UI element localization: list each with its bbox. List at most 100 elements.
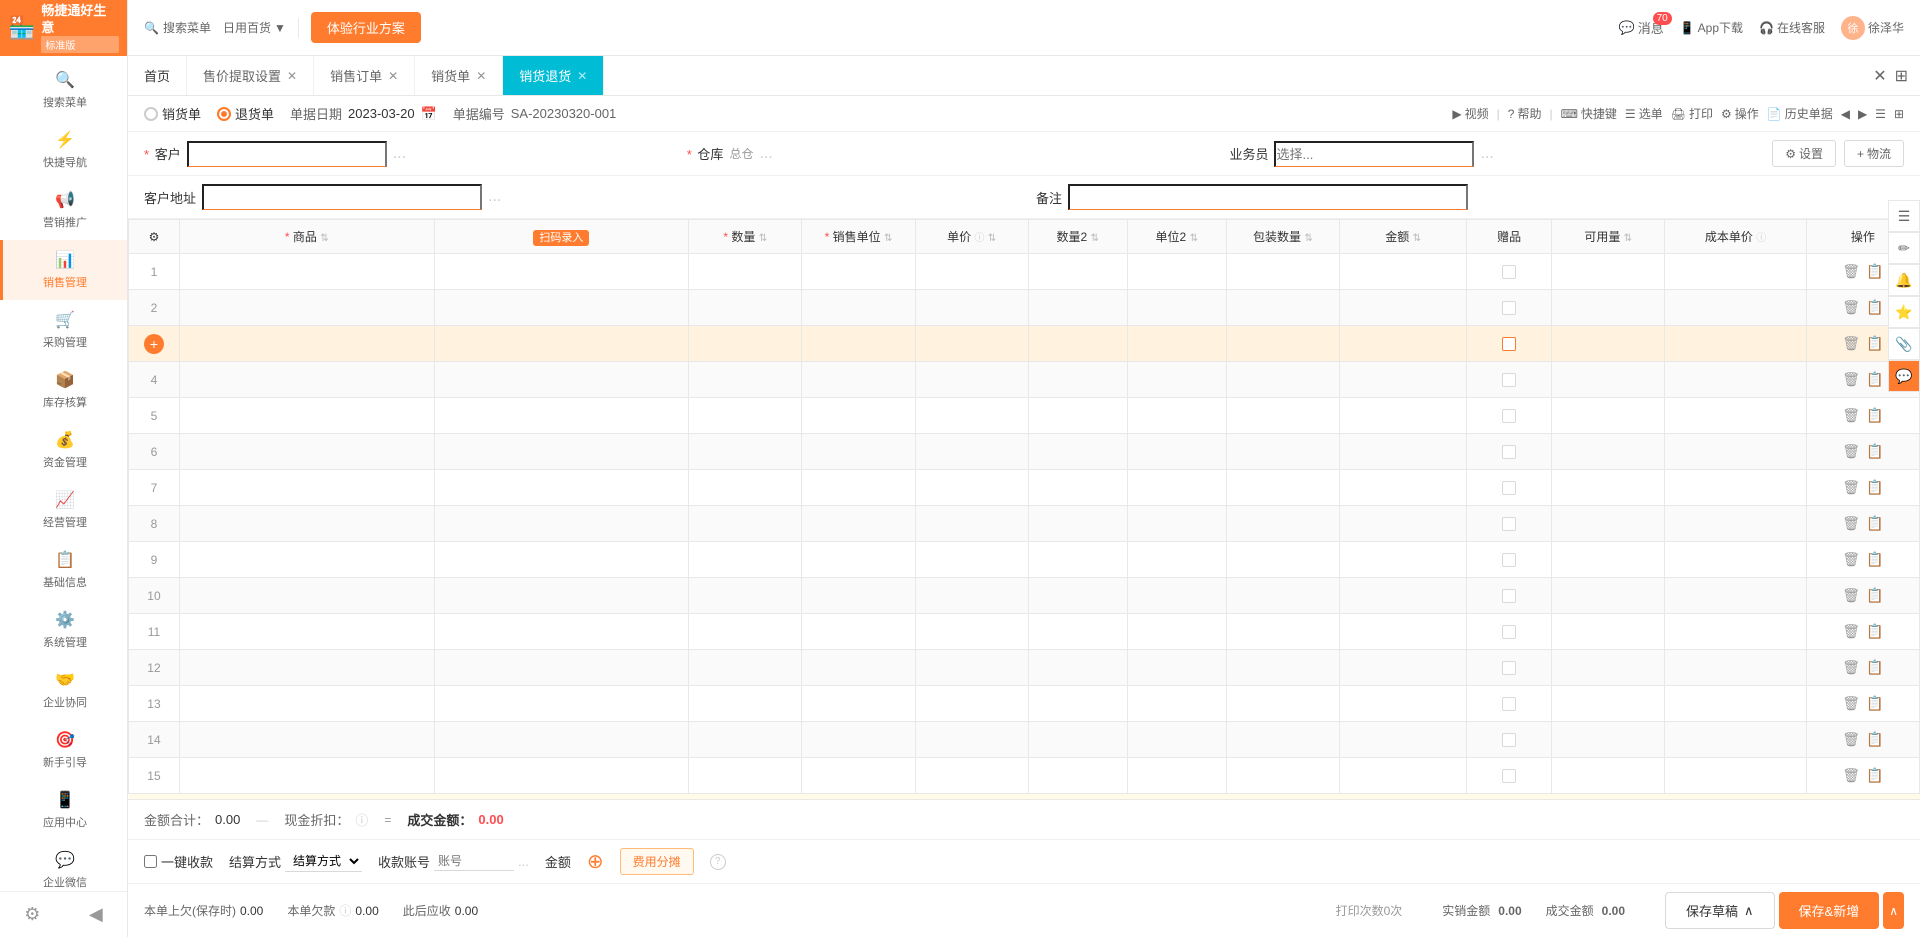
gift-checkbox[interactable] xyxy=(1502,481,1516,495)
delete-icon[interactable]: 🗑 xyxy=(1842,659,1860,676)
print-action[interactable]: 🖨 打印 xyxy=(1671,105,1713,122)
price-help-icon[interactable]: ⓘ xyxy=(974,233,984,244)
delete-icon[interactable]: 🗑 xyxy=(1842,299,1860,316)
delete-icon[interactable]: 🗑 xyxy=(1842,515,1860,532)
copy-icon[interactable]: 📋 xyxy=(1866,623,1883,640)
cost-help-icon[interactable]: ⓘ xyxy=(1756,233,1766,244)
price-cell[interactable] xyxy=(915,290,1028,326)
right-btn-4[interactable]: ⭐ xyxy=(1888,296,1920,328)
sort-unit-icon[interactable]: ⇅ xyxy=(884,233,892,244)
tab-sale-goods[interactable]: 销货单 ✕ xyxy=(415,56,503,95)
right-btn-1[interactable]: ☰ xyxy=(1888,200,1920,232)
delete-icon[interactable]: 🗑 xyxy=(1842,407,1860,424)
sort-pkg-icon[interactable]: ⇅ xyxy=(1304,233,1312,244)
sidebar-item-inventory[interactable]: 📦 库存核算 xyxy=(0,360,127,420)
gift-checkbox[interactable] xyxy=(1502,697,1516,711)
copy-icon[interactable]: 📋 xyxy=(1866,371,1883,388)
sidebar-item-system[interactable]: ⚙️ 系统管理 xyxy=(0,600,127,660)
gift-checkbox[interactable] xyxy=(1502,301,1516,315)
copy-icon[interactable]: 📋 xyxy=(1866,335,1883,352)
remark-input[interactable] xyxy=(1068,184,1468,210)
gift-checkbox[interactable] xyxy=(1502,769,1516,783)
th-barcode[interactable]: 扫码录入 xyxy=(434,220,689,254)
delete-icon[interactable]: 🗑 xyxy=(1842,263,1860,280)
calendar-icon[interactable]: 📅 xyxy=(421,106,437,122)
sidebar-item-newbie[interactable]: 🎯 新手引导 xyxy=(0,720,127,780)
gift-checkbox[interactable] xyxy=(1502,625,1516,639)
warehouse-select-icon[interactable]: ... xyxy=(759,145,772,163)
copy-icon[interactable]: 📋 xyxy=(1866,659,1883,676)
tab-sale-return[interactable]: 销货退货 ✕ xyxy=(503,56,604,95)
sidebar-collapse-icon[interactable]: ◀ xyxy=(89,904,103,925)
sidebar-item-wechat[interactable]: 💬 企业微信 xyxy=(0,840,127,891)
discount-help-icon[interactable]: ⓘ xyxy=(355,810,368,829)
gift-checkbox[interactable] xyxy=(1502,265,1516,279)
copy-icon[interactable]: 📋 xyxy=(1866,695,1883,712)
sidebar-item-sales[interactable]: 📊 销售管理 xyxy=(0,240,127,300)
right-btn-3[interactable]: 🔔 xyxy=(1888,264,1920,296)
delete-icon[interactable]: 🗑 xyxy=(1842,623,1860,640)
save-new-button[interactable]: 保存&新增 xyxy=(1779,892,1880,929)
sidebar-item-finance[interactable]: 💰 资金管理 xyxy=(0,420,127,480)
copy-icon[interactable]: 📋 xyxy=(1866,407,1883,424)
unit2-cell[interactable] xyxy=(1127,254,1226,290)
sort-price-icon[interactable]: ⇅ xyxy=(988,233,996,244)
tab-sale-order[interactable]: 销售订单 ✕ xyxy=(314,56,415,95)
sort-unit2-icon[interactable]: ⇅ xyxy=(1190,233,1198,244)
sidebar-item-search[interactable]: 🔍 搜索菜单 xyxy=(0,60,127,120)
gift-checkbox[interactable] xyxy=(1502,517,1516,531)
right-btn-5[interactable]: 📎 xyxy=(1888,328,1920,360)
sidebar-item-apps[interactable]: 📱 应用中心 xyxy=(0,780,127,840)
gift-checkbox[interactable] xyxy=(1502,661,1516,675)
qty-cell[interactable] xyxy=(689,254,802,290)
pkg-qty-cell-active[interactable] xyxy=(1226,326,1339,362)
unit-cell[interactable] xyxy=(802,290,915,326)
sort-amount-icon[interactable]: ⇅ xyxy=(1413,233,1421,244)
expense-split-button[interactable]: 费用分摊 xyxy=(620,848,694,875)
barcode-btn[interactable]: 扫码录入 xyxy=(533,230,589,246)
copy-icon[interactable]: 📋 xyxy=(1866,299,1883,316)
sidebar-item-enterprise[interactable]: 🤝 企业协同 xyxy=(0,660,127,720)
video-action[interactable]: ▶ 视频 xyxy=(1452,105,1488,122)
qty2-cell[interactable] xyxy=(1028,290,1127,326)
tab-options-icon[interactable]: ⊞ xyxy=(1895,66,1908,86)
sidebar-item-operations[interactable]: 📈 经营管理 xyxy=(0,480,127,540)
product-input[interactable] xyxy=(186,336,428,351)
gift-checkbox-active[interactable] xyxy=(1502,337,1516,351)
address-select-icon[interactable]: ... xyxy=(488,188,501,206)
online-service-button[interactable]: 🎧 在线客服 xyxy=(1759,19,1825,36)
pkg-qty-cell[interactable] xyxy=(1226,254,1339,290)
gift-checkbox[interactable] xyxy=(1502,373,1516,387)
gear-icon[interactable]: ⚙ xyxy=(149,230,160,244)
close-tab-icon[interactable]: ✕ xyxy=(1873,66,1886,86)
product-input-cell[interactable] xyxy=(179,326,434,362)
expense-help-icon[interactable]: ? xyxy=(710,854,726,870)
price-cell-active[interactable] xyxy=(915,326,1028,362)
delete-icon[interactable]: 🗑 xyxy=(1842,371,1860,388)
view-grid-icon[interactable]: ⊞ xyxy=(1894,107,1904,121)
sidebar-item-promo[interactable]: 📢 营销推广 xyxy=(0,180,127,240)
account-select-icon[interactable]: ... xyxy=(518,854,529,869)
delete-icon[interactable]: 🗑 xyxy=(1842,731,1860,748)
sidebar-settings-icon[interactable]: ⚙ xyxy=(24,904,40,925)
pkg-qty-cell[interactable] xyxy=(1226,290,1339,326)
address-input[interactable] xyxy=(202,184,482,210)
right-btn-6[interactable]: 💬 xyxy=(1888,360,1920,392)
qty2-cell[interactable] xyxy=(1028,254,1127,290)
user-menu[interactable]: 徐 徐泽华 xyxy=(1841,16,1904,40)
tab-home[interactable]: 首页 xyxy=(128,56,187,95)
tab-close-icon[interactable]: ✕ xyxy=(577,69,587,83)
sort-avail-icon[interactable]: ⇅ xyxy=(1624,233,1632,244)
sidebar-item-purchase[interactable]: 🛒 采购管理 xyxy=(0,300,127,360)
gift-checkbox[interactable] xyxy=(1502,589,1516,603)
radio-return-goods[interactable]: 退货单 xyxy=(217,104,274,123)
price-cell[interactable] xyxy=(915,254,1028,290)
shortcut-action[interactable]: ⌨ 快捷键 xyxy=(1561,105,1617,122)
copy-icon[interactable]: 📋 xyxy=(1866,515,1883,532)
one-click-checkbox-input[interactable] xyxy=(144,855,157,868)
amount-cell[interactable] xyxy=(1339,290,1466,326)
help-action[interactable]: ? 帮助 xyxy=(1508,105,1542,122)
save-dropdown-button[interactable]: ∧ xyxy=(1883,892,1904,929)
header-search[interactable]: 🔍 搜索菜单 xyxy=(144,19,211,36)
copy-icon[interactable]: 📋 xyxy=(1866,587,1883,604)
